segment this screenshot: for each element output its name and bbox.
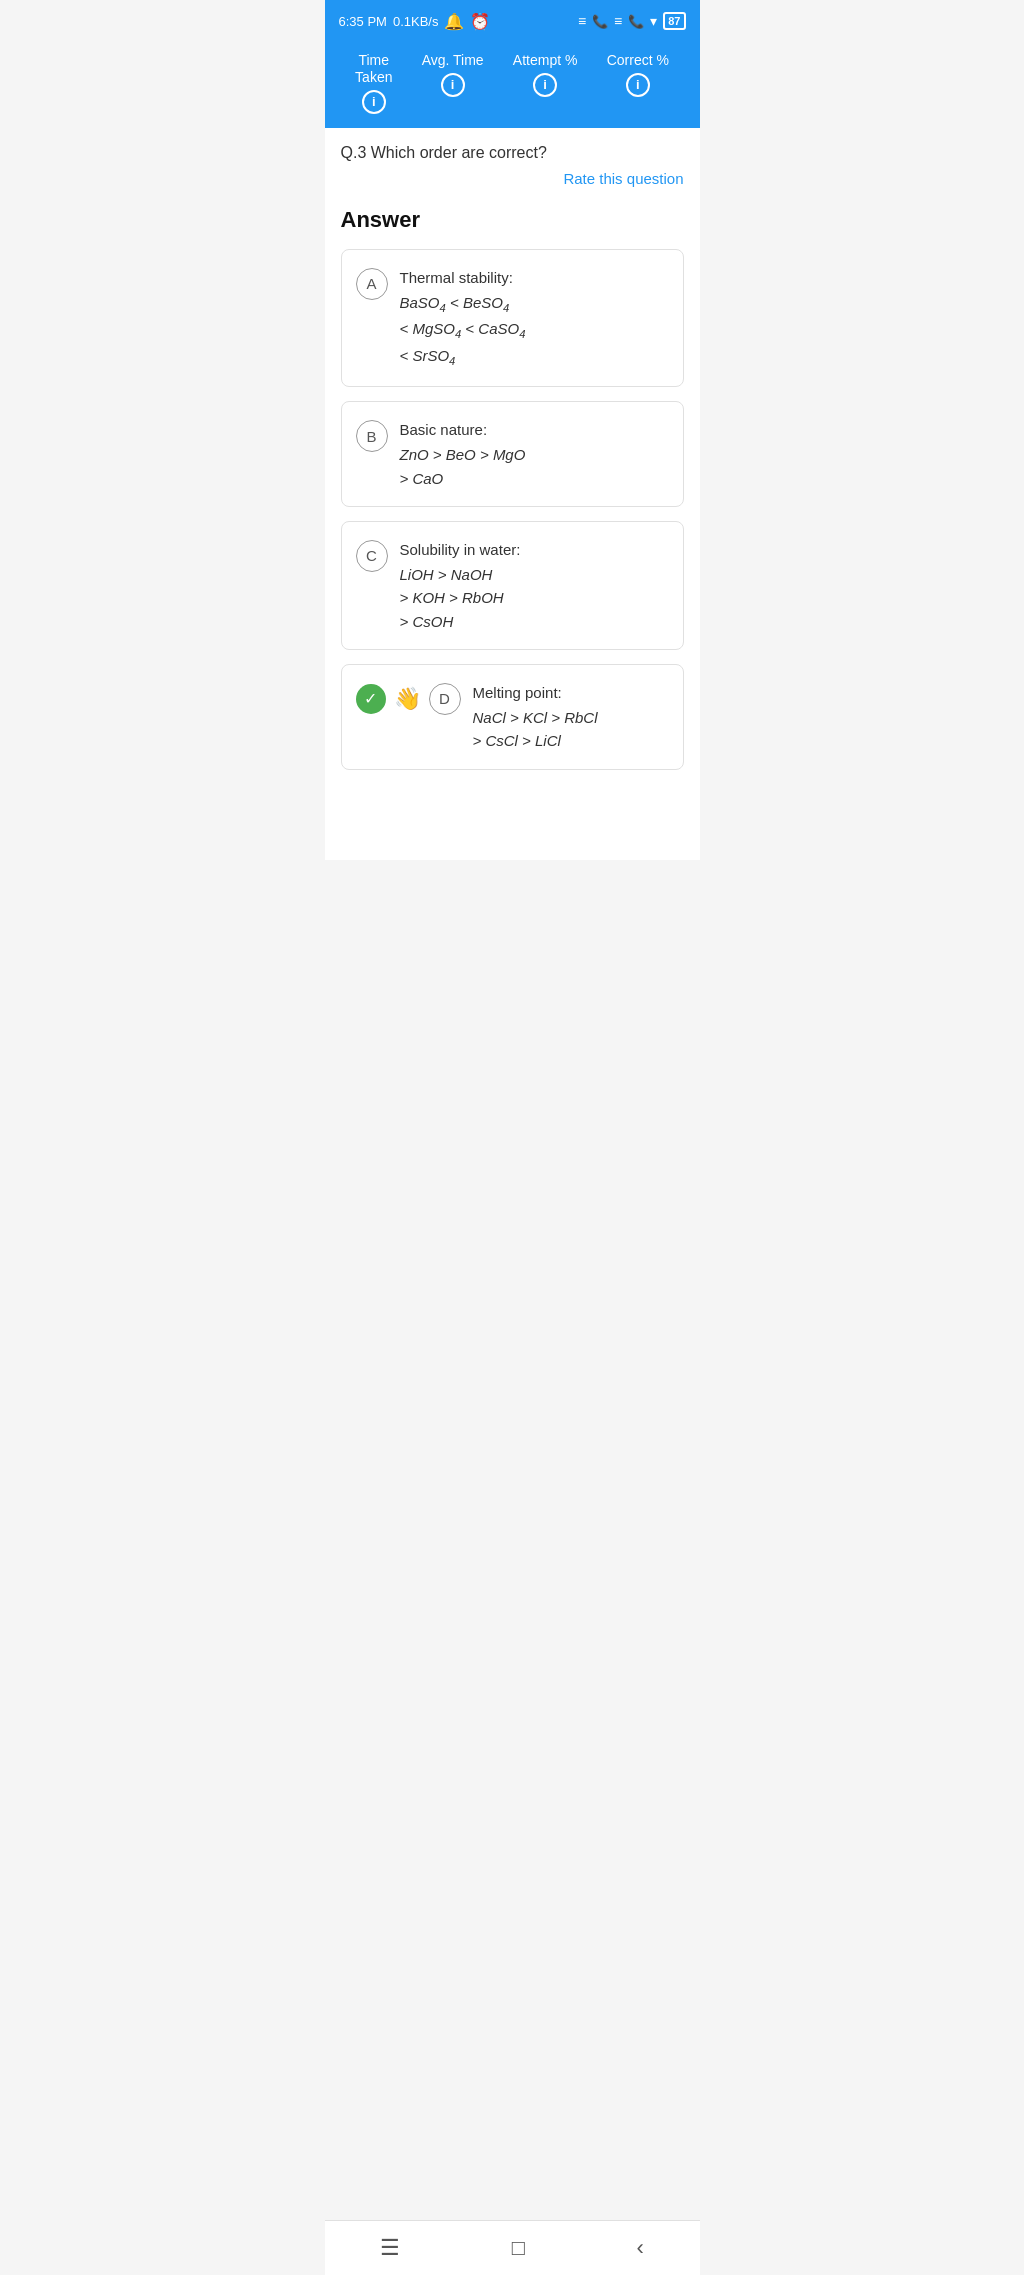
correct-pct-col: Correct % i — [607, 52, 669, 97]
option-a-title: Thermal stability: — [400, 266, 669, 289]
option-c-left: C — [356, 540, 388, 572]
battery-icon: 87 — [663, 12, 685, 30]
option-b-content: Basic nature: ZnO > BeO > MgO > CaO — [400, 418, 669, 490]
option-a-formula: BaSO4 < BeSO4 < MgSO4 < CaSO4 < SrSO4 — [400, 291, 669, 370]
notification-icon: 🔔 — [444, 12, 464, 31]
option-a-content: Thermal stability: BaSO4 < BeSO4 < MgSO4… — [400, 266, 669, 371]
option-b-card: B Basic nature: ZnO > BeO > MgO > CaO — [341, 401, 684, 507]
option-d-formula: NaCl > KCl > RbCl > CsCl > LiCl — [473, 706, 669, 753]
alarm-icon: ⏰ — [470, 12, 490, 31]
time-taken-label: TimeTaken — [355, 52, 392, 86]
option-c-formula: LiOH > NaOH > KOH > RbOH > CsOH — [400, 563, 669, 633]
hand-pointer-icon: 👋 — [394, 686, 421, 712]
main-content: Q.3 Which order are correct? Rate this q… — [325, 128, 700, 860]
answer-heading: Answer — [341, 207, 684, 233]
option-a-left: A — [356, 268, 388, 300]
option-c-content: Solubility in water: LiOH > NaOH > KOH >… — [400, 538, 669, 633]
option-d-title: Melting point: — [473, 681, 669, 704]
signal-icon: ≡ — [578, 13, 586, 29]
status-bar: 6:35 PM 0.1KB/s 🔔 ⏰ ≡ 📞 ≡ 📞 ▾ 87 — [325, 0, 700, 42]
option-d-left: ✓ 👋 D — [356, 683, 461, 715]
avg-time-label: Avg. Time — [422, 52, 484, 69]
option-b-left: B — [356, 420, 388, 452]
option-d-content: Melting point: NaCl > KCl > RbCl > CsCl … — [473, 681, 669, 753]
network-speed: 0.1KB/s — [393, 14, 439, 29]
option-d-letter: D — [429, 683, 461, 715]
call-icon: 📞 — [592, 14, 608, 29]
option-b-formula: ZnO > BeO > MgO > CaO — [400, 443, 669, 490]
question-text: Q.3 Which order are correct? — [341, 144, 684, 162]
correct-checkmark-icon: ✓ — [356, 684, 386, 714]
correct-pct-label: Correct % — [607, 52, 669, 69]
option-a-card: A Thermal stability: BaSO4 < BeSO4 < MgS… — [341, 249, 684, 388]
attempt-pct-col: Attempt % i — [513, 52, 578, 97]
option-a-letter: A — [356, 268, 388, 300]
time-taken-info[interactable]: i — [362, 90, 386, 114]
option-c-letter: C — [356, 540, 388, 572]
attempt-pct-label: Attempt % — [513, 52, 578, 69]
status-left: 6:35 PM 0.1KB/s 🔔 ⏰ — [339, 12, 491, 31]
option-b-letter: B — [356, 420, 388, 452]
rate-question-link[interactable]: Rate this question — [341, 170, 684, 187]
status-right: ≡ 📞 ≡ 📞 ▾ 87 — [578, 12, 686, 30]
avg-time-col: Avg. Time i — [422, 52, 484, 97]
option-c-card: C Solubility in water: LiOH > NaOH > KOH… — [341, 521, 684, 650]
correct-pct-info[interactable]: i — [626, 73, 650, 97]
time-taken-col: TimeTaken i — [355, 52, 392, 114]
signal2-icon: ≡ — [614, 13, 622, 29]
option-d-card: ✓ 👋 D Melting point: NaCl > KCl > RbCl >… — [341, 664, 684, 770]
attempt-pct-info[interactable]: i — [533, 73, 557, 97]
option-b-title: Basic nature: — [400, 418, 669, 441]
avg-time-info[interactable]: i — [441, 73, 465, 97]
wifi-icon: ▾ — [650, 13, 657, 29]
option-c-title: Solubility in water: — [400, 538, 669, 561]
call2-icon: 📞 — [628, 14, 644, 29]
time: 6:35 PM — [339, 14, 387, 29]
stats-header: TimeTaken i Avg. Time i Attempt % i Corr… — [325, 42, 700, 128]
